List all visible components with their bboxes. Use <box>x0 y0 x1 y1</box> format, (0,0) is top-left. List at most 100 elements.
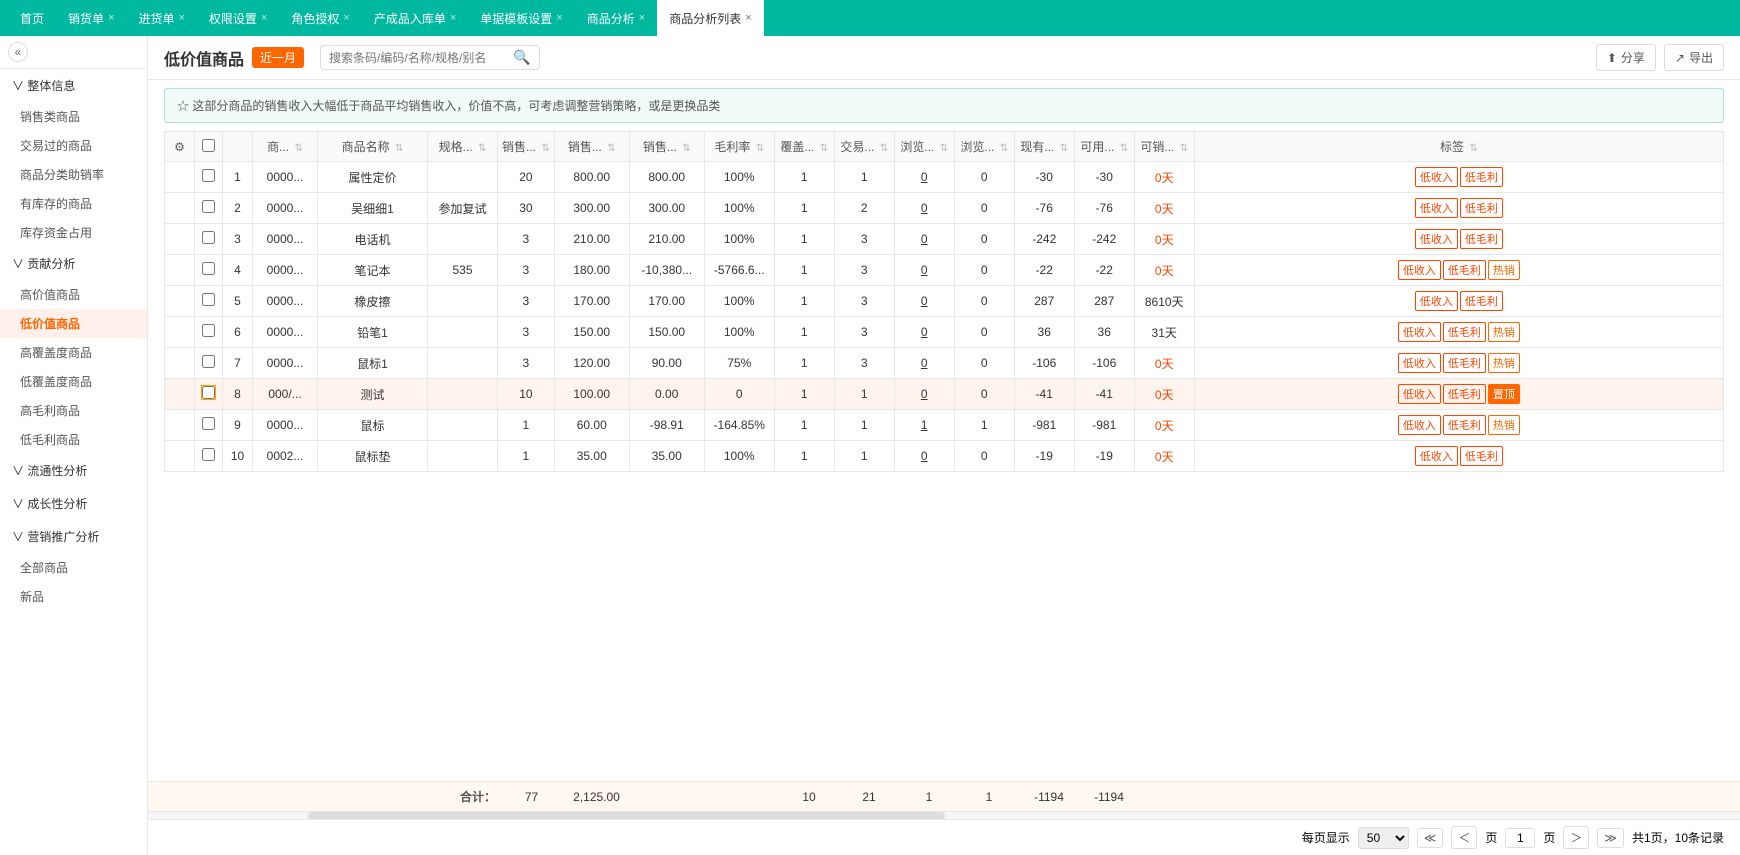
v7-cell[interactable]: 0 <box>894 224 954 255</box>
row-checkbox[interactable] <box>202 293 215 306</box>
select-all-checkbox[interactable] <box>202 139 215 152</box>
close-icon[interactable]: × <box>450 12 456 24</box>
nav-product-in[interactable]: 产成品入库单 × <box>362 0 468 36</box>
row-checkbox[interactable] <box>202 262 215 275</box>
checkbox-cell[interactable] <box>195 348 223 379</box>
share-button[interactable]: ⬆ 分享 <box>1596 44 1656 71</box>
search-input[interactable] <box>329 51 509 65</box>
th-v11[interactable]: 可销... ⇅ <box>1134 132 1194 162</box>
v7-cell[interactable]: 0 <box>894 441 954 472</box>
browse-link[interactable]: 0 <box>921 356 928 370</box>
sidebar-item-sales-products[interactable]: 销售类商品 <box>0 102 147 131</box>
nav-product-analysis[interactable]: 商品分析 × <box>575 0 657 36</box>
close-icon[interactable]: × <box>639 12 645 24</box>
browse-link[interactable]: 0 <box>921 325 928 339</box>
row-checkbox[interactable] <box>202 324 215 337</box>
sidebar-item-category-rate[interactable]: 商品分类助销率 <box>0 160 147 189</box>
sidebar-item-inventory-funds[interactable]: 库存资金占用 <box>0 218 147 247</box>
v7-cell[interactable]: 0 <box>894 379 954 410</box>
sidebar-item-high-value[interactable]: 高价值商品 <box>0 280 147 309</box>
v7-cell[interactable]: 1 <box>894 410 954 441</box>
last-page-button[interactable]: ≫ <box>1597 828 1624 848</box>
checkbox-cell[interactable] <box>195 255 223 286</box>
th-v9[interactable]: 现有... ⇅ <box>1014 132 1074 162</box>
sidebar-item-traded-products[interactable]: 交易过的商品 <box>0 131 147 160</box>
th-tags[interactable]: 标签 ⇅ <box>1194 132 1723 162</box>
nav-sales-order[interactable]: 销货单 × <box>56 0 126 36</box>
checkbox-cell[interactable] <box>195 317 223 348</box>
close-icon[interactable]: × <box>556 12 562 24</box>
row-checkbox[interactable] <box>202 355 215 368</box>
close-icon[interactable]: × <box>261 12 267 24</box>
sidebar-item-high-margin[interactable]: 高毛利商品 <box>0 396 147 425</box>
nav-product-analysis-list[interactable]: 商品分析列表 × <box>657 0 763 36</box>
th-v4[interactable]: 毛利率 ⇅ <box>704 132 774 162</box>
th-v3[interactable]: 销售... ⇅ <box>629 132 704 162</box>
v7-cell[interactable]: 0 <box>894 255 954 286</box>
th-v2[interactable]: 销售... ⇅ <box>554 132 629 162</box>
browse-link[interactable]: 1 <box>921 418 928 432</box>
close-icon[interactable]: × <box>745 12 751 24</box>
th-code[interactable]: 商... ⇅ <box>253 132 318 162</box>
th-v10[interactable]: 可用... ⇅ <box>1074 132 1134 162</box>
export-button[interactable]: ↗ 导出 <box>1664 44 1724 71</box>
per-page-select[interactable]: 50 20 100 <box>1358 827 1409 849</box>
th-v5[interactable]: 覆盖... ⇅ <box>774 132 834 162</box>
th-checkbox[interactable] <box>195 132 223 162</box>
th-v7[interactable]: 浏览... ⇅ <box>894 132 954 162</box>
sidebar-group-growth[interactable]: ∨ 成长性分析 <box>0 487 147 520</box>
row-checkbox[interactable] <box>202 386 215 399</box>
checkbox-cell[interactable] <box>195 193 223 224</box>
th-spec[interactable]: 规格... ⇅ <box>428 132 498 162</box>
th-name[interactable]: 商品名称 ⇅ <box>318 132 428 162</box>
nav-role-auth[interactable]: 角色授权 × <box>279 0 361 36</box>
sidebar-item-low-value[interactable]: 低价值商品 <box>0 309 147 338</box>
next-page-button[interactable]: ＞ <box>1563 826 1589 849</box>
checkbox-cell[interactable] <box>195 286 223 317</box>
v7-cell[interactable]: 0 <box>894 193 954 224</box>
v7-cell[interactable]: 0 <box>894 317 954 348</box>
th-v6[interactable]: 交易... ⇅ <box>834 132 894 162</box>
th-settings[interactable]: ⚙ <box>165 132 195 162</box>
sidebar-item-high-coverage[interactable]: 高覆盖度商品 <box>0 338 147 367</box>
sidebar-item-low-margin[interactable]: 低毛利商品 <box>0 425 147 454</box>
nav-permission[interactable]: 权限设置 × <box>197 0 279 36</box>
nav-purchase-order[interactable]: 进货单 × <box>126 0 196 36</box>
th-v1[interactable]: 销售... ⇅ <box>498 132 555 162</box>
row-checkbox[interactable] <box>202 169 215 182</box>
sidebar-item-all-products[interactable]: 全部商品 <box>0 553 147 582</box>
checkbox-cell[interactable] <box>195 410 223 441</box>
row-checkbox[interactable] <box>202 417 215 430</box>
checkbox-cell[interactable] <box>195 441 223 472</box>
sidebar-group-contribution[interactable]: ∨ 贡献分析 <box>0 247 147 280</box>
browse-link[interactable]: 0 <box>921 387 928 401</box>
sidebar-group-liquidity[interactable]: ∨ 流通性分析 <box>0 454 147 487</box>
sidebar-item-new-products[interactable]: 新品 <box>0 582 147 611</box>
th-v8[interactable]: 浏览... ⇅ <box>954 132 1014 162</box>
sidebar-collapse-button[interactable]: « <box>8 42 28 62</box>
v7-cell[interactable]: 0 <box>894 162 954 193</box>
browse-link[interactable]: 0 <box>921 170 928 184</box>
sidebar-group-marketing[interactable]: ∨ 营销推广分析 <box>0 520 147 553</box>
search-icon[interactable]: 🔍 <box>513 49 530 66</box>
sidebar-group-overall[interactable]: ∨ 整体信息 <box>0 69 147 102</box>
row-checkbox[interactable] <box>202 200 215 213</box>
sidebar-item-low-coverage[interactable]: 低覆盖度商品 <box>0 367 147 396</box>
browse-link[interactable]: 0 <box>921 232 928 246</box>
browse-link[interactable]: 0 <box>921 449 928 463</box>
close-icon[interactable]: × <box>343 12 349 24</box>
row-checkbox[interactable] <box>202 448 215 461</box>
nav-template-setting[interactable]: 单据模板设置 × <box>468 0 574 36</box>
close-icon[interactable]: × <box>108 12 114 24</box>
row-checkbox[interactable] <box>202 231 215 244</box>
browse-link[interactable]: 0 <box>921 294 928 308</box>
close-icon[interactable]: × <box>178 12 184 24</box>
first-page-button[interactable]: ≪ <box>1417 828 1444 848</box>
checkbox-cell[interactable] <box>195 162 223 193</box>
period-button[interactable]: 近一月 <box>252 47 304 68</box>
page-number-input[interactable] <box>1505 828 1535 848</box>
nav-home[interactable]: 首页 <box>8 0 56 36</box>
browse-link[interactable]: 0 <box>921 201 928 215</box>
sidebar-item-inventory-products[interactable]: 有库存的商品 <box>0 189 147 218</box>
v7-cell[interactable]: 0 <box>894 348 954 379</box>
